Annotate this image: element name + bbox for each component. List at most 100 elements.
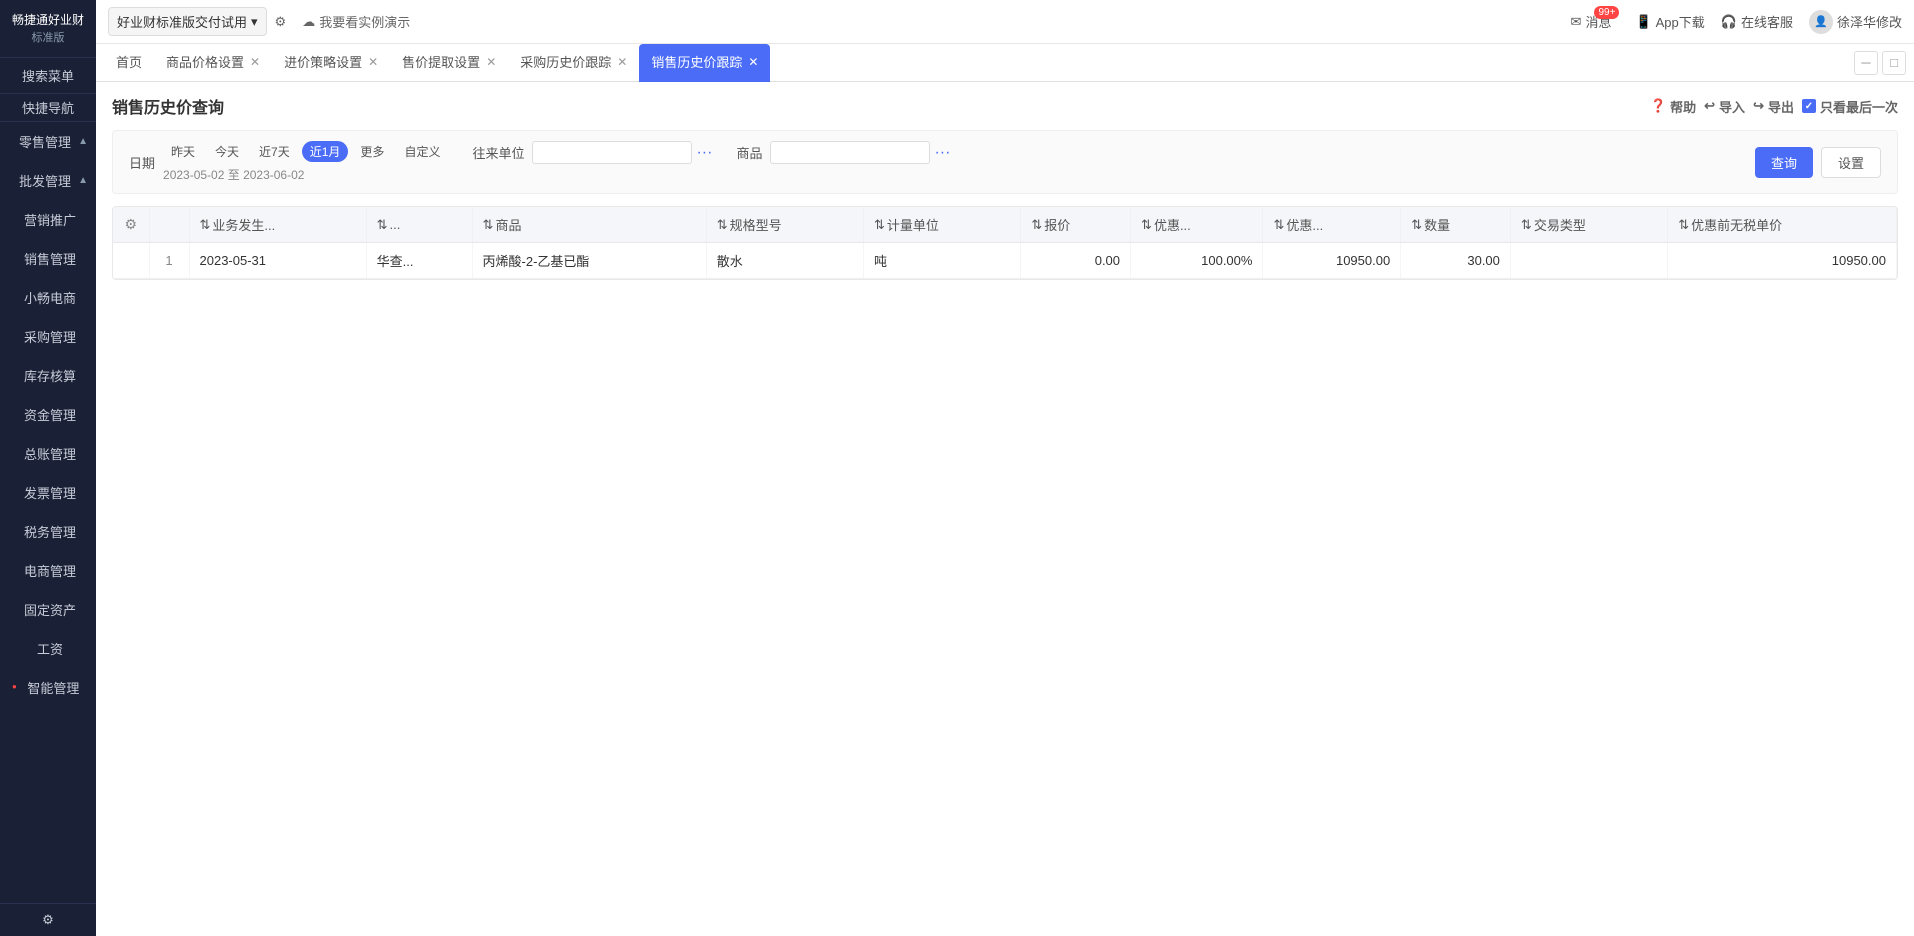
source-unit-input[interactable] [532, 141, 692, 164]
sidebar-item-sales[interactable]: 销售管理 [0, 239, 96, 278]
col-discount-pct[interactable]: ⇅ 优惠... [1131, 207, 1263, 243]
tab-price[interactable]: 商品价格设置 ✕ [154, 44, 272, 82]
sidebar-quick-nav[interactable]: 快捷导航 [0, 94, 96, 122]
col-pretax-price[interactable]: ⇅ 优惠前无税单价 [1668, 207, 1897, 243]
row-unit: 吨 [864, 243, 1021, 279]
demo-link[interactable]: ☁ 我要看实例演示 [302, 12, 410, 31]
last-only-label: 只看最后一次 [1820, 97, 1898, 116]
sidebar-item-xiaochang[interactable]: 小畅电商 [0, 278, 96, 317]
sidebar-item-marketing[interactable]: 营销推广 [0, 200, 96, 239]
sidebar-item-purchase-label: 采购管理 [12, 327, 88, 346]
date-custom[interactable]: 自定义 [396, 141, 448, 162]
message-button[interactable]: ✉ 消息 99+ [1571, 12, 1612, 31]
col-trans-type-sort-icon: ⇅ [1521, 217, 1532, 233]
sidebar-item-tax[interactable]: 税务管理 [0, 512, 96, 551]
sidebar-item-retail[interactable]: 零售管理 ▲ [0, 122, 96, 161]
date-today[interactable]: 今天 [207, 141, 247, 162]
source-unit-label: 往来单位 [472, 143, 524, 162]
tabbar: 首页 商品价格设置 ✕ 进价策略设置 ✕ 售价提取设置 ✕ 采购历史价跟踪 ✕ … [96, 44, 1914, 82]
sidebar-search-menu[interactable]: 搜索菜单 [0, 58, 96, 94]
import-button[interactable]: ↩ 导入 [1704, 97, 1745, 116]
page-title: 销售历史价查询 [112, 94, 224, 118]
sidebar-item-finance-label: 资金管理 [12, 405, 88, 424]
col-trans-type[interactable]: ⇅ 交易类型 [1510, 207, 1667, 243]
product-dots[interactable]: ··· [934, 144, 950, 162]
sidebar-item-general[interactable]: 总账管理 [0, 434, 96, 473]
tab-home[interactable]: 首页 [104, 44, 154, 82]
settings-button[interactable]: 设置 [1821, 147, 1881, 178]
sidebar-item-salary[interactable]: 工资 [0, 629, 96, 668]
sidebar-search-label: 搜索菜单 [22, 69, 74, 84]
last-only-checkbox[interactable]: ✓ 只看最后一次 [1802, 97, 1898, 116]
date-more[interactable]: 更多 [352, 141, 392, 162]
sidebar-item-inventory[interactable]: 库存核算 [0, 356, 96, 395]
col-extra-label: ... [390, 217, 401, 232]
table-row[interactable]: 1 2023-05-31 华查... 丙烯酸-2-乙基已酯 散水 吨 0.00 … [113, 243, 1897, 279]
topbar-right: ✉ 消息 99+ 📱 App下载 🎧 在线客服 👤 徐泽华修改 [1571, 10, 1902, 34]
chevron-down-icon: ▾ [251, 14, 258, 30]
row-pretax-price: 10950.00 [1668, 243, 1897, 279]
col-qty-label: 数量 [1424, 215, 1450, 234]
tab-purchase-history[interactable]: 采购历史价跟踪 ✕ [508, 44, 639, 82]
tab-purchase-history-close[interactable]: ✕ [617, 55, 627, 69]
sidebar-item-invoice-label: 发票管理 [12, 483, 88, 502]
col-discount-amt-sort-icon: ⇅ [1273, 217, 1284, 233]
sidebar-settings-button[interactable]: ⚙ [0, 903, 96, 936]
tab-purchase-strategy-close[interactable]: ✕ [368, 55, 378, 69]
headset-icon: 🎧 [1721, 14, 1737, 30]
date-last7[interactable]: 近7天 [251, 141, 298, 162]
help-button[interactable]: ❓ 帮助 [1650, 97, 1696, 116]
table-settings-icon[interactable]: ⚙ [124, 216, 137, 232]
gear-icon[interactable]: ⚙ [275, 14, 287, 30]
logo-line1: 畅捷通好业财 [8, 12, 88, 29]
page-header: 销售历史价查询 ❓ 帮助 ↩ 导入 ↪ 导出 ✓ 只看最后一次 [112, 94, 1898, 118]
row-trans-type [1510, 243, 1667, 279]
date-filter-label: 日期 [129, 153, 155, 172]
page-area: 销售历史价查询 ❓ 帮助 ↩ 导入 ↪ 导出 ✓ 只看最后一次 [96, 82, 1914, 936]
tab-minimize-button[interactable]: ─ [1854, 51, 1878, 75]
col-unit[interactable]: ⇅ 计量单位 [864, 207, 1021, 243]
user-menu[interactable]: 👤 徐泽华修改 [1809, 10, 1902, 34]
date-options: 昨天 今天 近7天 近1月 更多 自定义 [163, 141, 448, 162]
sidebar-item-sales-label: 销售管理 [12, 249, 88, 268]
col-date[interactable]: ⇅ 业务发生... [189, 207, 366, 243]
tab-maximize-button[interactable]: □ [1882, 51, 1906, 75]
source-unit-dots[interactable]: ··· [696, 144, 712, 162]
query-button[interactable]: 查询 [1755, 147, 1813, 178]
row-spec: 散水 [706, 243, 863, 279]
product-input[interactable] [770, 141, 930, 164]
export-button[interactable]: ↪ 导出 [1753, 97, 1794, 116]
date-last1m[interactable]: 近1月 [302, 141, 349, 162]
date-range-display: 2023-05-02 至 2023-06-02 [163, 166, 448, 183]
source-unit-filter: 往来单位 ··· [472, 141, 712, 164]
row-date: 2023-05-31 [189, 243, 366, 279]
sidebar-item-assets[interactable]: 固定资产 [0, 590, 96, 629]
company-selector[interactable]: 好业财标准版交付试用 ▾ [108, 7, 267, 36]
col-product[interactable]: ⇅ 商品 [472, 207, 706, 243]
col-price[interactable]: ⇅ 报价 [1021, 207, 1131, 243]
sidebar-item-smart[interactable]: 智能管理 [0, 668, 96, 707]
tab-sale-history-close[interactable]: ✕ [748, 55, 758, 69]
sidebar-item-wholesale[interactable]: 批发管理 ▲ [0, 161, 96, 200]
tab-sale-history[interactable]: 销售历史价跟踪 ✕ [639, 44, 770, 82]
col-qty[interactable]: ⇅ 数量 [1401, 207, 1511, 243]
filter-bar: 日期 昨天 今天 近7天 近1月 更多 自定义 2023-05-02 至 202… [112, 130, 1898, 194]
col-extra[interactable]: ⇅ ... [366, 207, 472, 243]
app-download-button[interactable]: 📱 App下载 [1635, 12, 1704, 31]
col-spec[interactable]: ⇅ 规格型号 [706, 207, 863, 243]
sidebar-item-inventory-label: 库存核算 [12, 366, 88, 385]
sidebar-item-wholesale-label: 批发管理 [12, 171, 78, 190]
tab-price-close[interactable]: ✕ [250, 55, 260, 69]
date-yesterday[interactable]: 昨天 [163, 141, 203, 162]
tab-sale-extract-close[interactable]: ✕ [486, 55, 496, 69]
col-discount-amt[interactable]: ⇅ 优惠... [1263, 207, 1401, 243]
col-discount-pct-label: 优惠... [1154, 215, 1191, 234]
sidebar-item-invoice[interactable]: 发票管理 [0, 473, 96, 512]
tab-sale-extract[interactable]: 售价提取设置 ✕ [390, 44, 508, 82]
tab-purchase-strategy[interactable]: 进价策略设置 ✕ [272, 44, 390, 82]
online-service-button[interactable]: 🎧 在线客服 [1721, 12, 1793, 31]
sidebar-item-finance[interactable]: 资金管理 [0, 395, 96, 434]
sidebar-item-ecommerce[interactable]: 电商管理 [0, 551, 96, 590]
sidebar-item-purchase[interactable]: 采购管理 [0, 317, 96, 356]
user-name: 徐泽华修改 [1837, 12, 1902, 31]
